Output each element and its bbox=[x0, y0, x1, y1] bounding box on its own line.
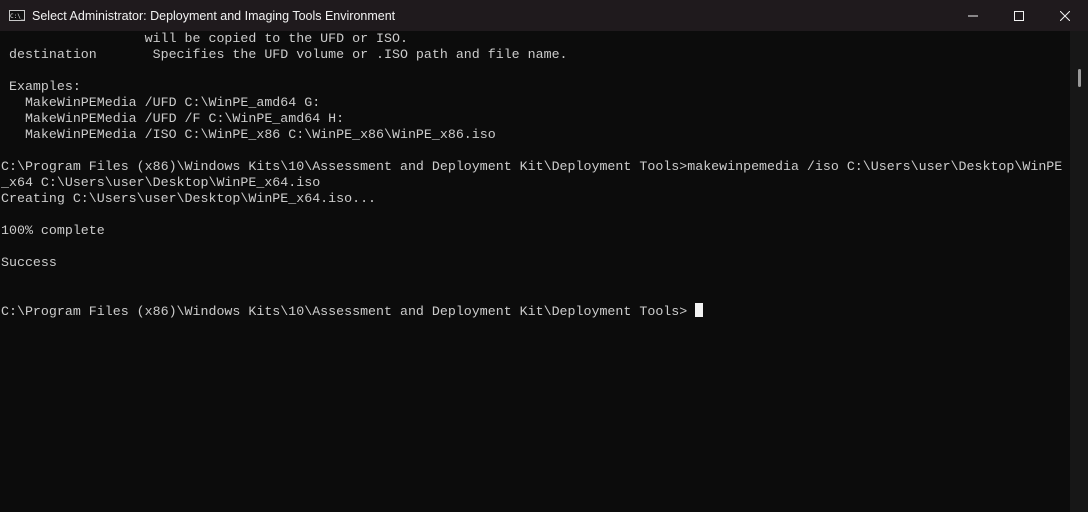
window-controls bbox=[950, 0, 1088, 31]
minimize-button[interactable] bbox=[950, 0, 996, 31]
command-prompt: C:\Program Files (x86)\Windows Kits\10\A… bbox=[1, 304, 696, 319]
terminal-output[interactable]: will be copied to the UFD or ISO. destin… bbox=[0, 31, 1070, 512]
title-bar[interactable]: C:\_ Select Administrator: Deployment an… bbox=[0, 0, 1088, 31]
scrollbar-thumb[interactable] bbox=[1078, 69, 1081, 87]
terminal-line: 100% complete bbox=[1, 223, 105, 238]
close-icon bbox=[1060, 10, 1070, 21]
terminal-line: MakeWinPEMedia /UFD C:\WinPE_amd64 G: bbox=[1, 95, 321, 110]
terminal-line: C:\Program Files (x86)\Windows Kits\10\A… bbox=[1, 159, 1063, 174]
window-title: Select Administrator: Deployment and Ima… bbox=[32, 8, 396, 23]
maximize-icon bbox=[1014, 10, 1024, 21]
cmd-icon: C:\_ bbox=[9, 10, 25, 21]
vertical-scrollbar[interactable] bbox=[1070, 31, 1088, 512]
terminal-line: will be copied to the UFD or ISO. bbox=[1, 31, 408, 46]
terminal-line: Examples: bbox=[1, 79, 81, 94]
terminal-line: _x64 C:\Users\user\Desktop\WinPE_x64.iso bbox=[1, 175, 321, 190]
command-prompt-line[interactable]: C:\Program Files (x86)\Windows Kits\10\A… bbox=[1, 303, 1070, 319]
terminal-line: Creating C:\Users\user\Desktop\WinPE_x64… bbox=[1, 191, 377, 206]
terminal-lines: will be copied to the UFD or ISO. destin… bbox=[0, 31, 1070, 319]
minimize-icon bbox=[968, 15, 978, 16]
text-cursor bbox=[695, 303, 704, 317]
terminal-line: Success bbox=[1, 255, 57, 270]
maximize-button[interactable] bbox=[996, 0, 1042, 31]
terminal-line: MakeWinPEMedia /UFD /F C:\WinPE_amd64 H: bbox=[1, 111, 345, 126]
terminal-line: destination Specifies the UFD volume or … bbox=[1, 47, 568, 62]
terminal-line: MakeWinPEMedia /ISO C:\WinPE_x86 C:\WinP… bbox=[1, 127, 496, 142]
close-button[interactable] bbox=[1042, 0, 1088, 31]
